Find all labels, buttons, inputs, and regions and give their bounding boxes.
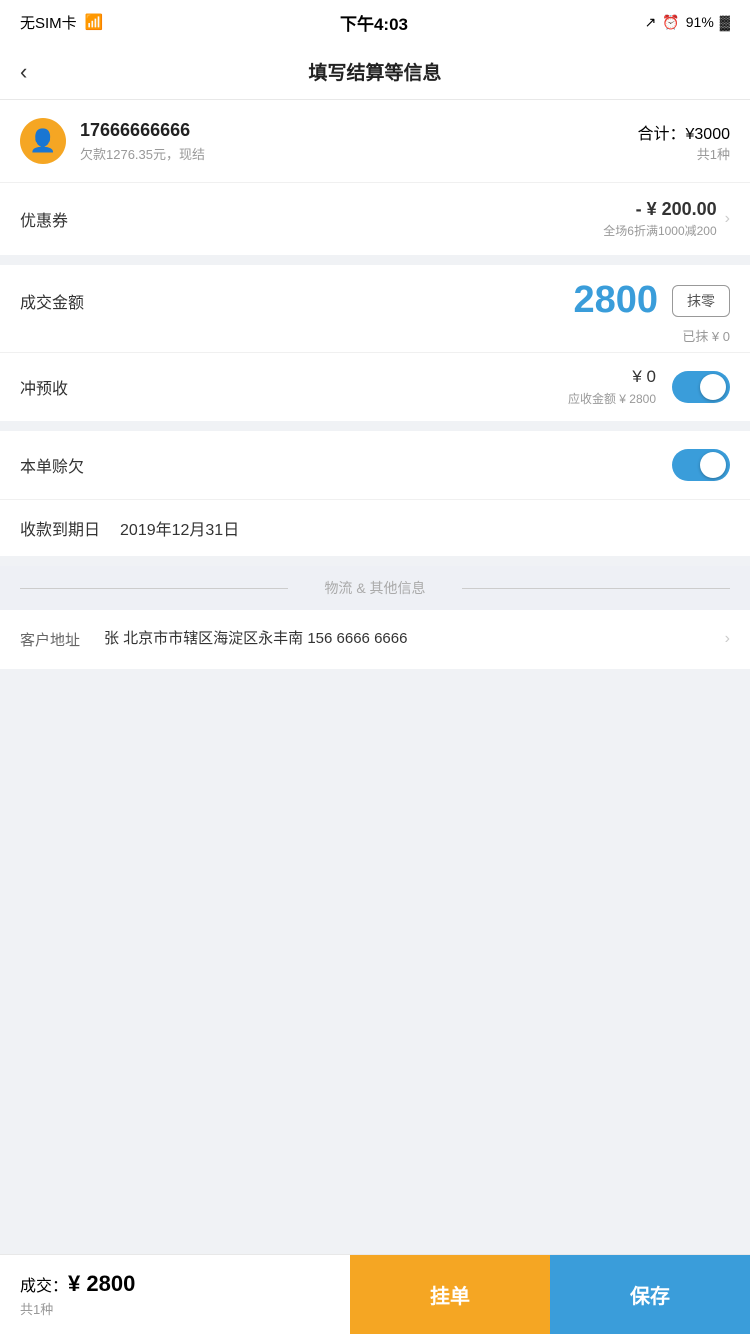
coupon-info: - ¥ 200.00 全场6折满1000减200 — [603, 199, 716, 239]
summary-label: 成交： — [20, 1278, 68, 1295]
debit-label: 本单赊欠 — [20, 453, 84, 477]
due-value: 2019年12月31日 — [120, 516, 239, 540]
user-phone: 17666666666 — [80, 120, 205, 141]
bottom-bar: 成交：¥ 2800 共1种 挂单 保存 — [0, 1254, 750, 1334]
prepay-toggle[interactable] — [672, 371, 730, 403]
coupon-discount: - ¥ 200.00 — [603, 199, 716, 220]
amount-row: 成交金额 2800 抹零 — [20, 279, 730, 322]
battery-text: 91% — [686, 14, 714, 30]
wifi-icon: 📶 — [85, 13, 104, 31]
user-card: 👤 17666666666 欠款1276.35元，现结 合计：¥3000 共1种… — [0, 100, 750, 255]
user-left: 👤 17666666666 欠款1276.35元，现结 — [20, 118, 205, 164]
amount-right: 2800 抹零 — [573, 279, 730, 322]
logistics-text: 物流 & 其他信息 — [324, 578, 425, 598]
address-label: 客户地址 — [20, 629, 90, 650]
prepay-sub: 应收金额 ¥ 2800 — [568, 390, 656, 407]
gray-spacer — [0, 679, 750, 799]
summary-count: 共1种 — [20, 1299, 330, 1318]
hang-button[interactable]: 挂单 — [350, 1255, 550, 1334]
back-button[interactable]: ‹ — [20, 59, 27, 85]
debit-card: 本单赊欠 收款到期日 2019年12月31日 — [0, 431, 750, 556]
amount-sub: 已抹 ¥ 0 — [682, 329, 730, 344]
location-icon: ↗ — [645, 14, 657, 31]
coupon-desc: 全场6折满1000减200 — [603, 222, 716, 239]
no-sim-text: 无SIM卡 — [20, 12, 77, 33]
address-row[interactable]: 客户地址 张 北京市市辖区海淀区永丰南 156 6666 6666 › — [0, 610, 750, 669]
prepay-label: 冲预收 — [20, 375, 68, 399]
save-button[interactable]: 保存 — [550, 1255, 750, 1334]
avatar: 👤 — [20, 118, 66, 164]
status-left: 无SIM卡 📶 — [20, 12, 103, 33]
amount-value: 2800 — [573, 279, 658, 322]
total-label-value: 合计：¥3000 — [637, 120, 730, 144]
logistics-divider: 物流 & 其他信息 — [0, 566, 750, 610]
user-right: 合计：¥3000 共1种 — [637, 120, 730, 163]
address-value: 张 北京市市辖区海淀区永丰南 156 6666 6666 — [104, 628, 711, 651]
battery-icon: ▓ — [720, 14, 730, 30]
prepay-value-wrap: ¥ 0 应收金额 ¥ 2800 — [568, 367, 656, 407]
prepay-value: ¥ 0 — [568, 367, 656, 387]
prepay-row: 冲预收 ¥ 0 应收金额 ¥ 2800 — [0, 352, 750, 421]
user-info: 17666666666 欠款1276.35元，现结 — [80, 120, 205, 163]
status-time: 下午4:03 — [340, 10, 408, 35]
page-title: 填写结算等信息 — [308, 58, 441, 85]
address-chevron-icon: › — [725, 630, 730, 648]
prepay-right: ¥ 0 应收金额 ¥ 2800 — [568, 367, 730, 407]
summary-label-value: 成交：¥ 2800 — [20, 1271, 330, 1297]
bottom-summary: 成交：¥ 2800 共1种 — [0, 1271, 350, 1318]
page-content: 👤 17666666666 欠款1276.35元，现结 合计：¥3000 共1种… — [0, 100, 750, 889]
due-row: 收款到期日 2019年12月31日 — [0, 499, 750, 556]
nav-bar: ‹ 填写结算等信息 — [0, 44, 750, 100]
status-bar: 无SIM卡 📶 下午4:03 ↗ ⏰ 91% ▓ — [0, 0, 750, 44]
summary-value: ¥ 2800 — [68, 1271, 135, 1296]
coupon-right: - ¥ 200.00 全场6折满1000减200 › — [603, 199, 730, 239]
debit-toggle[interactable] — [672, 449, 730, 481]
amount-card: 成交金额 2800 抹零 已抹 ¥ 0 冲预收 ¥ 0 应收金额 ¥ 2800 — [0, 265, 750, 421]
logistics-line-right — [462, 588, 730, 589]
amount-main-row: 成交金额 2800 抹零 已抹 ¥ 0 — [0, 265, 750, 352]
total-label: 合计： — [637, 126, 685, 143]
debit-row: 本单赊欠 — [0, 431, 750, 499]
coupon-label: 优惠券 — [20, 207, 68, 231]
amount-label: 成交金额 — [20, 289, 84, 313]
alarm-icon: ⏰ — [662, 14, 679, 31]
user-debt: 欠款1276.35元，现结 — [80, 144, 205, 163]
coupon-row[interactable]: 优惠券 - ¥ 200.00 全场6折满1000减200 › — [0, 182, 750, 255]
logistics-line-left — [20, 588, 288, 589]
user-row: 👤 17666666666 欠款1276.35元，现结 合计：¥3000 共1种 — [0, 100, 750, 182]
round-button[interactable]: 抹零 — [672, 285, 730, 317]
amount-sub-row: 已抹 ¥ 0 — [20, 326, 730, 346]
total-count: 共1种 — [637, 144, 730, 163]
status-right: ↗ ⏰ 91% ▓ — [645, 14, 730, 31]
total-value: ¥3000 — [686, 126, 731, 143]
due-label: 收款到期日 — [20, 516, 100, 540]
address-card: 客户地址 张 北京市市辖区海淀区永丰南 156 6666 6666 › — [0, 610, 750, 669]
coupon-chevron-icon: › — [725, 210, 730, 228]
